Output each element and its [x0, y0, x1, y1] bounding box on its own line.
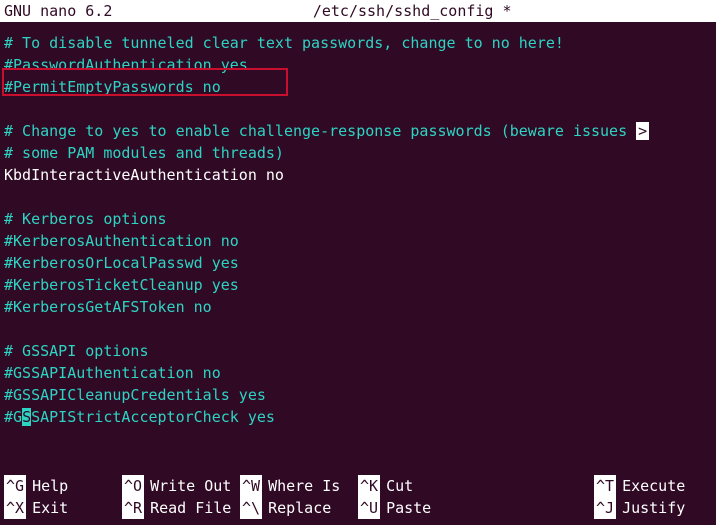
shortcut-label: Justify [622, 497, 685, 519]
shortcut-label: Where Is [268, 475, 340, 497]
key-label: ^T [594, 475, 616, 497]
config-line: #GSSAPIAuthentication no [4, 364, 221, 382]
line-continuation-indicator: > [636, 122, 649, 140]
shortcut-paste[interactable]: ^U Paste [358, 497, 476, 519]
key-label: ^W [240, 475, 262, 497]
key-label: ^O [122, 475, 144, 497]
shortcut-justify[interactable]: ^J Justify [594, 497, 712, 519]
shortcut-label: Replace [268, 497, 331, 519]
key-label: ^J [594, 497, 616, 519]
shortcut-help[interactable]: ^G Help [4, 475, 122, 497]
shortcut-label: Read File [150, 497, 231, 519]
config-line-password-auth: #PasswordAuthentication yes [4, 56, 248, 74]
shortcut-label: Paste [386, 497, 431, 519]
config-line: # To disable tunneled clear text passwor… [4, 34, 564, 52]
config-line: # GSSAPI options [4, 342, 149, 360]
editor-area[interactable]: # To disable tunneled clear text passwor… [0, 22, 716, 428]
text-cursor: S [22, 408, 31, 426]
shortcut-cut[interactable]: ^K Cut [358, 475, 476, 497]
config-line: # some PAM modules and threads) [4, 144, 284, 162]
shortcut-writeout[interactable]: ^O Write Out [122, 475, 240, 497]
key-label: ^R [122, 497, 144, 519]
config-line-active: KbdInteractiveAuthentication no [4, 166, 284, 184]
shortcut-label: Exit [32, 497, 68, 519]
key-label: ^\ [240, 497, 262, 519]
shortcut-exit[interactable]: ^X Exit [4, 497, 122, 519]
key-label: ^X [4, 497, 26, 519]
shortcut-readfile[interactable]: ^R Read File [122, 497, 240, 519]
config-line: #KerberosTicketCleanup yes [4, 276, 239, 294]
config-line: #PermitEmptyPasswords no [4, 78, 221, 96]
shortcut-label: Execute [622, 475, 685, 497]
config-line: # Change to yes to enable challenge-resp… [4, 122, 636, 140]
config-line: #KerberosGetAFSToken no [4, 298, 212, 316]
key-label: ^G [4, 475, 26, 497]
shortcut-label: Help [32, 475, 68, 497]
shortcut-label: Cut [386, 475, 413, 497]
shortcut-label: Write Out [150, 475, 231, 497]
file-path: /etc/ssh/sshd_config * [112, 0, 712, 22]
config-line: #GSSAPICleanupCredentials yes [4, 386, 266, 404]
shortcut-execute[interactable]: ^T Execute [594, 475, 712, 497]
config-line: #KerberosAuthentication no [4, 232, 239, 250]
shortcut-whereis[interactable]: ^W Where Is [240, 475, 358, 497]
key-label: ^U [358, 497, 380, 519]
shortcut-replace[interactable]: ^\ Replace [240, 497, 358, 519]
app-name: GNU nano 6.2 [4, 0, 112, 22]
key-label: ^K [358, 475, 380, 497]
config-line: #GSSAPIStrictAcceptorCheck yes [4, 408, 275, 426]
nano-title-bar: GNU nano 6.2 /etc/ssh/sshd_config * [0, 0, 716, 22]
shortcut-bar: ^G Help ^O Write Out ^W Where Is ^K Cut ^T Ex… [4, 475, 712, 519]
config-line: #KerberosOrLocalPasswd yes [4, 254, 239, 272]
config-line: # Kerberos options [4, 210, 167, 228]
